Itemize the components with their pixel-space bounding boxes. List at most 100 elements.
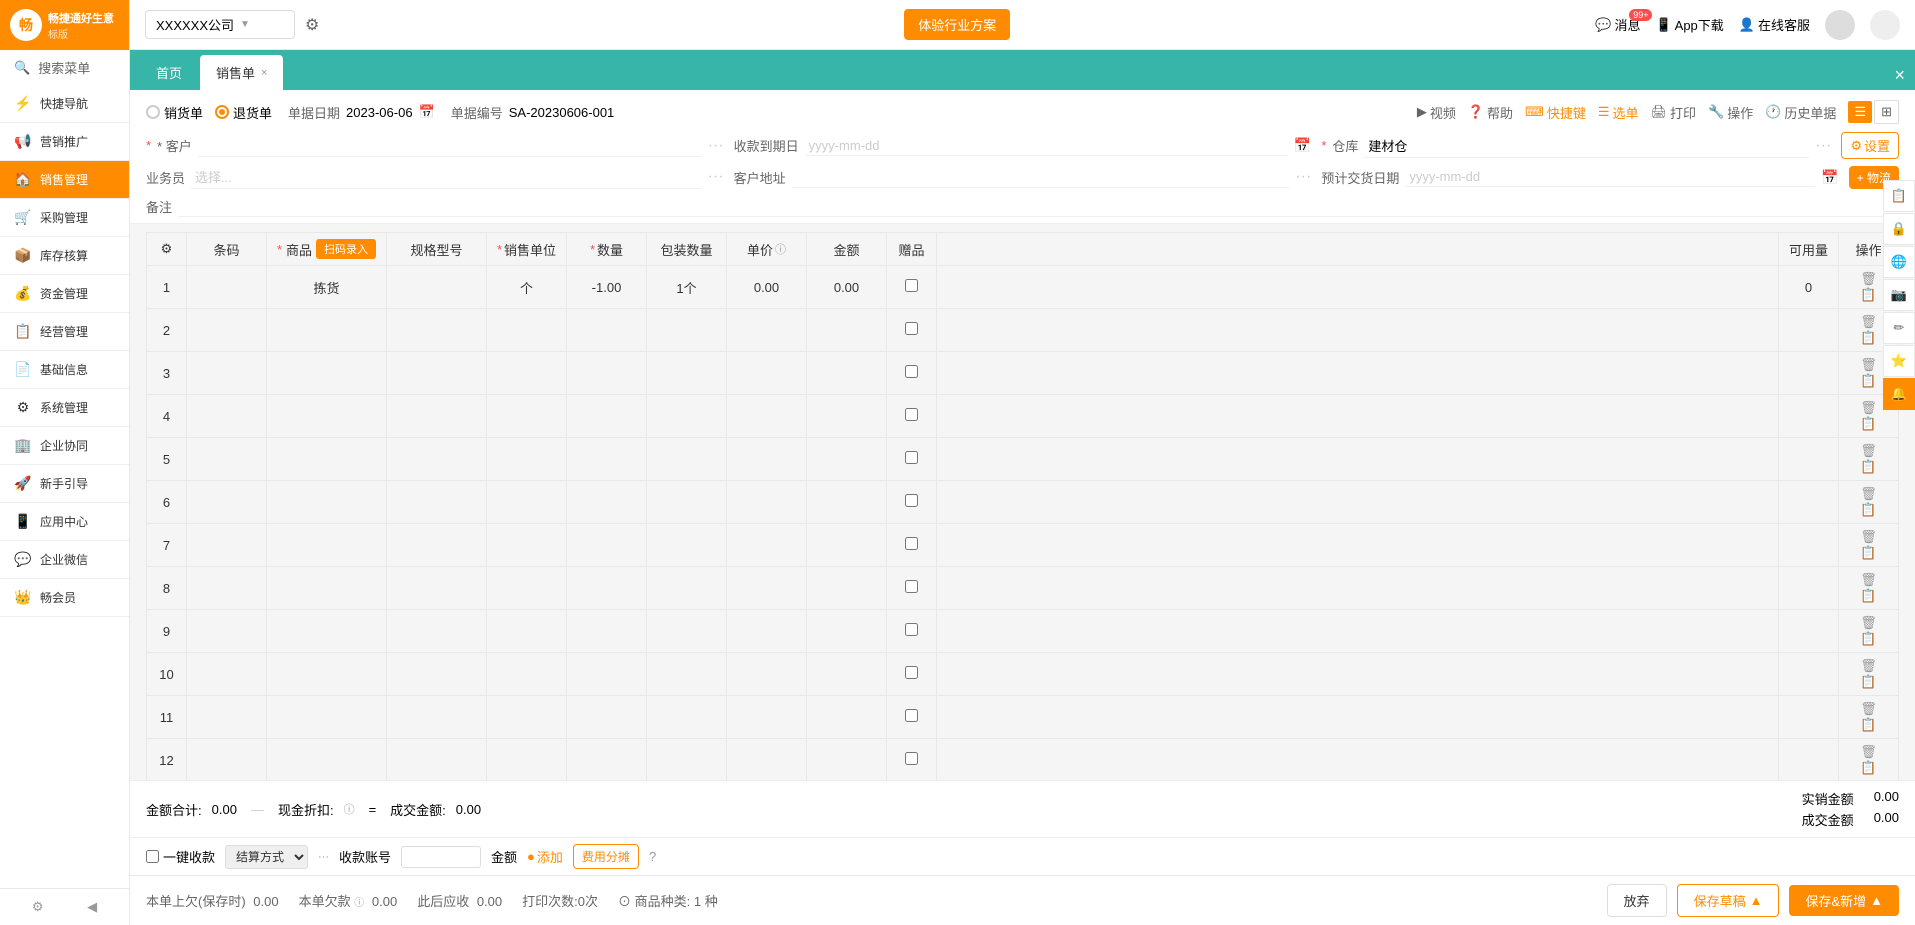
customer-addr-dots[interactable]: ···	[1295, 168, 1311, 186]
row-gift-5[interactable]	[887, 481, 937, 524]
copy-icon-10[interactable]: 📋	[1860, 717, 1876, 732]
sidebar-collapse-icon[interactable]: ◀	[87, 899, 97, 915]
copy-icon-3[interactable]: 📋	[1860, 416, 1876, 431]
discount-info-icon[interactable]: ⓘ	[344, 801, 355, 817]
row-amount-8[interactable]	[807, 610, 887, 653]
gift-checkbox-7[interactable]	[905, 580, 918, 593]
tab-close-icon[interactable]: ×	[261, 67, 267, 79]
gift-checkbox-6[interactable]	[905, 537, 918, 550]
row-price-7[interactable]	[727, 567, 807, 610]
delete-icon-11[interactable]: 🗑	[1860, 744, 1877, 759]
row-barcode-4[interactable]	[187, 438, 267, 481]
row-price-1[interactable]	[727, 309, 807, 352]
gear-settings-icon[interactable]: ⚙	[305, 15, 319, 35]
set-btn[interactable]: ⚙ 设置	[1841, 132, 1899, 159]
operate-btn[interactable]: 🔧 操作	[1708, 103, 1753, 122]
company-selector[interactable]: XXXXXX公司 ▼	[145, 10, 295, 39]
row-spec-1[interactable]	[387, 309, 487, 352]
row-desc-4[interactable]	[937, 438, 1779, 481]
select-btn[interactable]: ☰ 选单	[1598, 103, 1639, 122]
delivery-date-input[interactable]: yyyy-mm-dd	[1405, 167, 1815, 187]
delete-icon-8[interactable]: 🗑	[1860, 615, 1877, 630]
settings-icon[interactable]: ⚙	[161, 241, 173, 256]
row-gift-9[interactable]	[887, 653, 937, 696]
copy-icon-0[interactable]: 📋	[1860, 287, 1876, 302]
row-barcode-9[interactable]	[187, 653, 267, 696]
row-goods-4[interactable]	[267, 438, 387, 481]
row-pkg-9[interactable]	[647, 653, 727, 696]
row-spec-8[interactable]	[387, 610, 487, 653]
row-gift-1[interactable]	[887, 309, 937, 352]
row-barcode-5[interactable]	[187, 481, 267, 524]
row-amount-2[interactable]	[807, 352, 887, 395]
row-pkg-10[interactable]	[647, 696, 727, 739]
row-desc-8[interactable]	[937, 610, 1779, 653]
row-desc-7[interactable]	[937, 567, 1779, 610]
row-amount-1[interactable]	[807, 309, 887, 352]
delete-icon-7[interactable]: 🗑	[1860, 572, 1877, 587]
row-goods-11[interactable]	[267, 739, 387, 781]
row-unit-11[interactable]	[487, 739, 567, 781]
sidebar-item-appcenter[interactable]: 📱 应用中心	[0, 503, 129, 541]
add-payment-btn[interactable]: ● 添加	[527, 847, 563, 866]
row-barcode-2[interactable]	[187, 352, 267, 395]
row-qty-8[interactable]	[567, 610, 647, 653]
row-spec-10[interactable]	[387, 696, 487, 739]
row-gift-10[interactable]	[887, 696, 937, 739]
delete-icon-2[interactable]: 🗑	[1860, 357, 1877, 372]
row-goods-6[interactable]	[267, 524, 387, 567]
row-desc-10[interactable]	[937, 696, 1779, 739]
salesperson-dots[interactable]: ···	[708, 168, 724, 186]
customer-input[interactable]	[198, 135, 702, 157]
row-unit-10[interactable]	[487, 696, 567, 739]
gift-checkbox-3[interactable]	[905, 408, 918, 421]
row-spec-7[interactable]	[387, 567, 487, 610]
row-barcode-6[interactable]	[187, 524, 267, 567]
online-service-btn[interactable]: 👤 在线客服	[1739, 15, 1810, 34]
row-spec-11[interactable]	[387, 739, 487, 781]
delete-icon-3[interactable]: 🗑	[1860, 400, 1877, 415]
tab-sales[interactable]: 销售单 ×	[200, 55, 283, 90]
abandon-btn[interactable]: 放弃	[1607, 884, 1667, 917]
remarks-input[interactable]	[178, 195, 1899, 217]
copy-icon-9[interactable]: 📋	[1860, 674, 1876, 689]
row-pkg-4[interactable]	[647, 438, 727, 481]
float-btn-5[interactable]: ✏	[1883, 312, 1915, 344]
gift-checkbox-5[interactable]	[905, 494, 918, 507]
row-price-0[interactable]: 0.00	[727, 266, 807, 309]
gift-checkbox-8[interactable]	[905, 623, 918, 636]
help-btn[interactable]: ❓ 帮助	[1468, 103, 1513, 122]
row-pkg-1[interactable]	[647, 309, 727, 352]
sidebar-settings-icon[interactable]: ⚙	[32, 899, 44, 915]
row-goods-3[interactable]	[267, 395, 387, 438]
row-spec-0[interactable]	[387, 266, 487, 309]
float-btn-7[interactable]: 🔔	[1883, 378, 1915, 410]
row-goods-1[interactable]	[267, 309, 387, 352]
tab-home[interactable]: 首页	[140, 55, 198, 90]
row-amount-11[interactable]	[807, 739, 887, 781]
row-spec-5[interactable]	[387, 481, 487, 524]
gift-checkbox-11[interactable]	[905, 752, 918, 765]
payment-checkbox[interactable]	[146, 850, 159, 863]
row-spec-6[interactable]	[387, 524, 487, 567]
row-spec-3[interactable]	[387, 395, 487, 438]
row-spec-2[interactable]	[387, 352, 487, 395]
fee-split-btn[interactable]: 费用分摊	[573, 844, 639, 869]
row-amount-6[interactable]	[807, 524, 887, 567]
row-unit-7[interactable]	[487, 567, 567, 610]
trial-button[interactable]: 体验行业方案	[904, 9, 1010, 40]
sidebar-item-guide[interactable]: 🚀 新手引导	[0, 465, 129, 503]
float-btn-1[interactable]: 📋	[1883, 180, 1915, 212]
row-unit-0[interactable]: 个	[487, 266, 567, 309]
row-amount-4[interactable]	[807, 438, 887, 481]
row-price-6[interactable]	[727, 524, 807, 567]
due-date-input[interactable]: yyyy-mm-dd	[805, 136, 1288, 156]
row-price-5[interactable]	[727, 481, 807, 524]
row-qty-0[interactable]: -1.00	[567, 266, 647, 309]
row-qty-2[interactable]	[567, 352, 647, 395]
sidebar-item-quick-nav[interactable]: ⚡ 快捷导航	[0, 85, 129, 123]
radio-return[interactable]: 退货单	[215, 103, 272, 122]
row-qty-3[interactable]	[567, 395, 647, 438]
row-barcode-1[interactable]	[187, 309, 267, 352]
gift-checkbox-10[interactable]	[905, 709, 918, 722]
